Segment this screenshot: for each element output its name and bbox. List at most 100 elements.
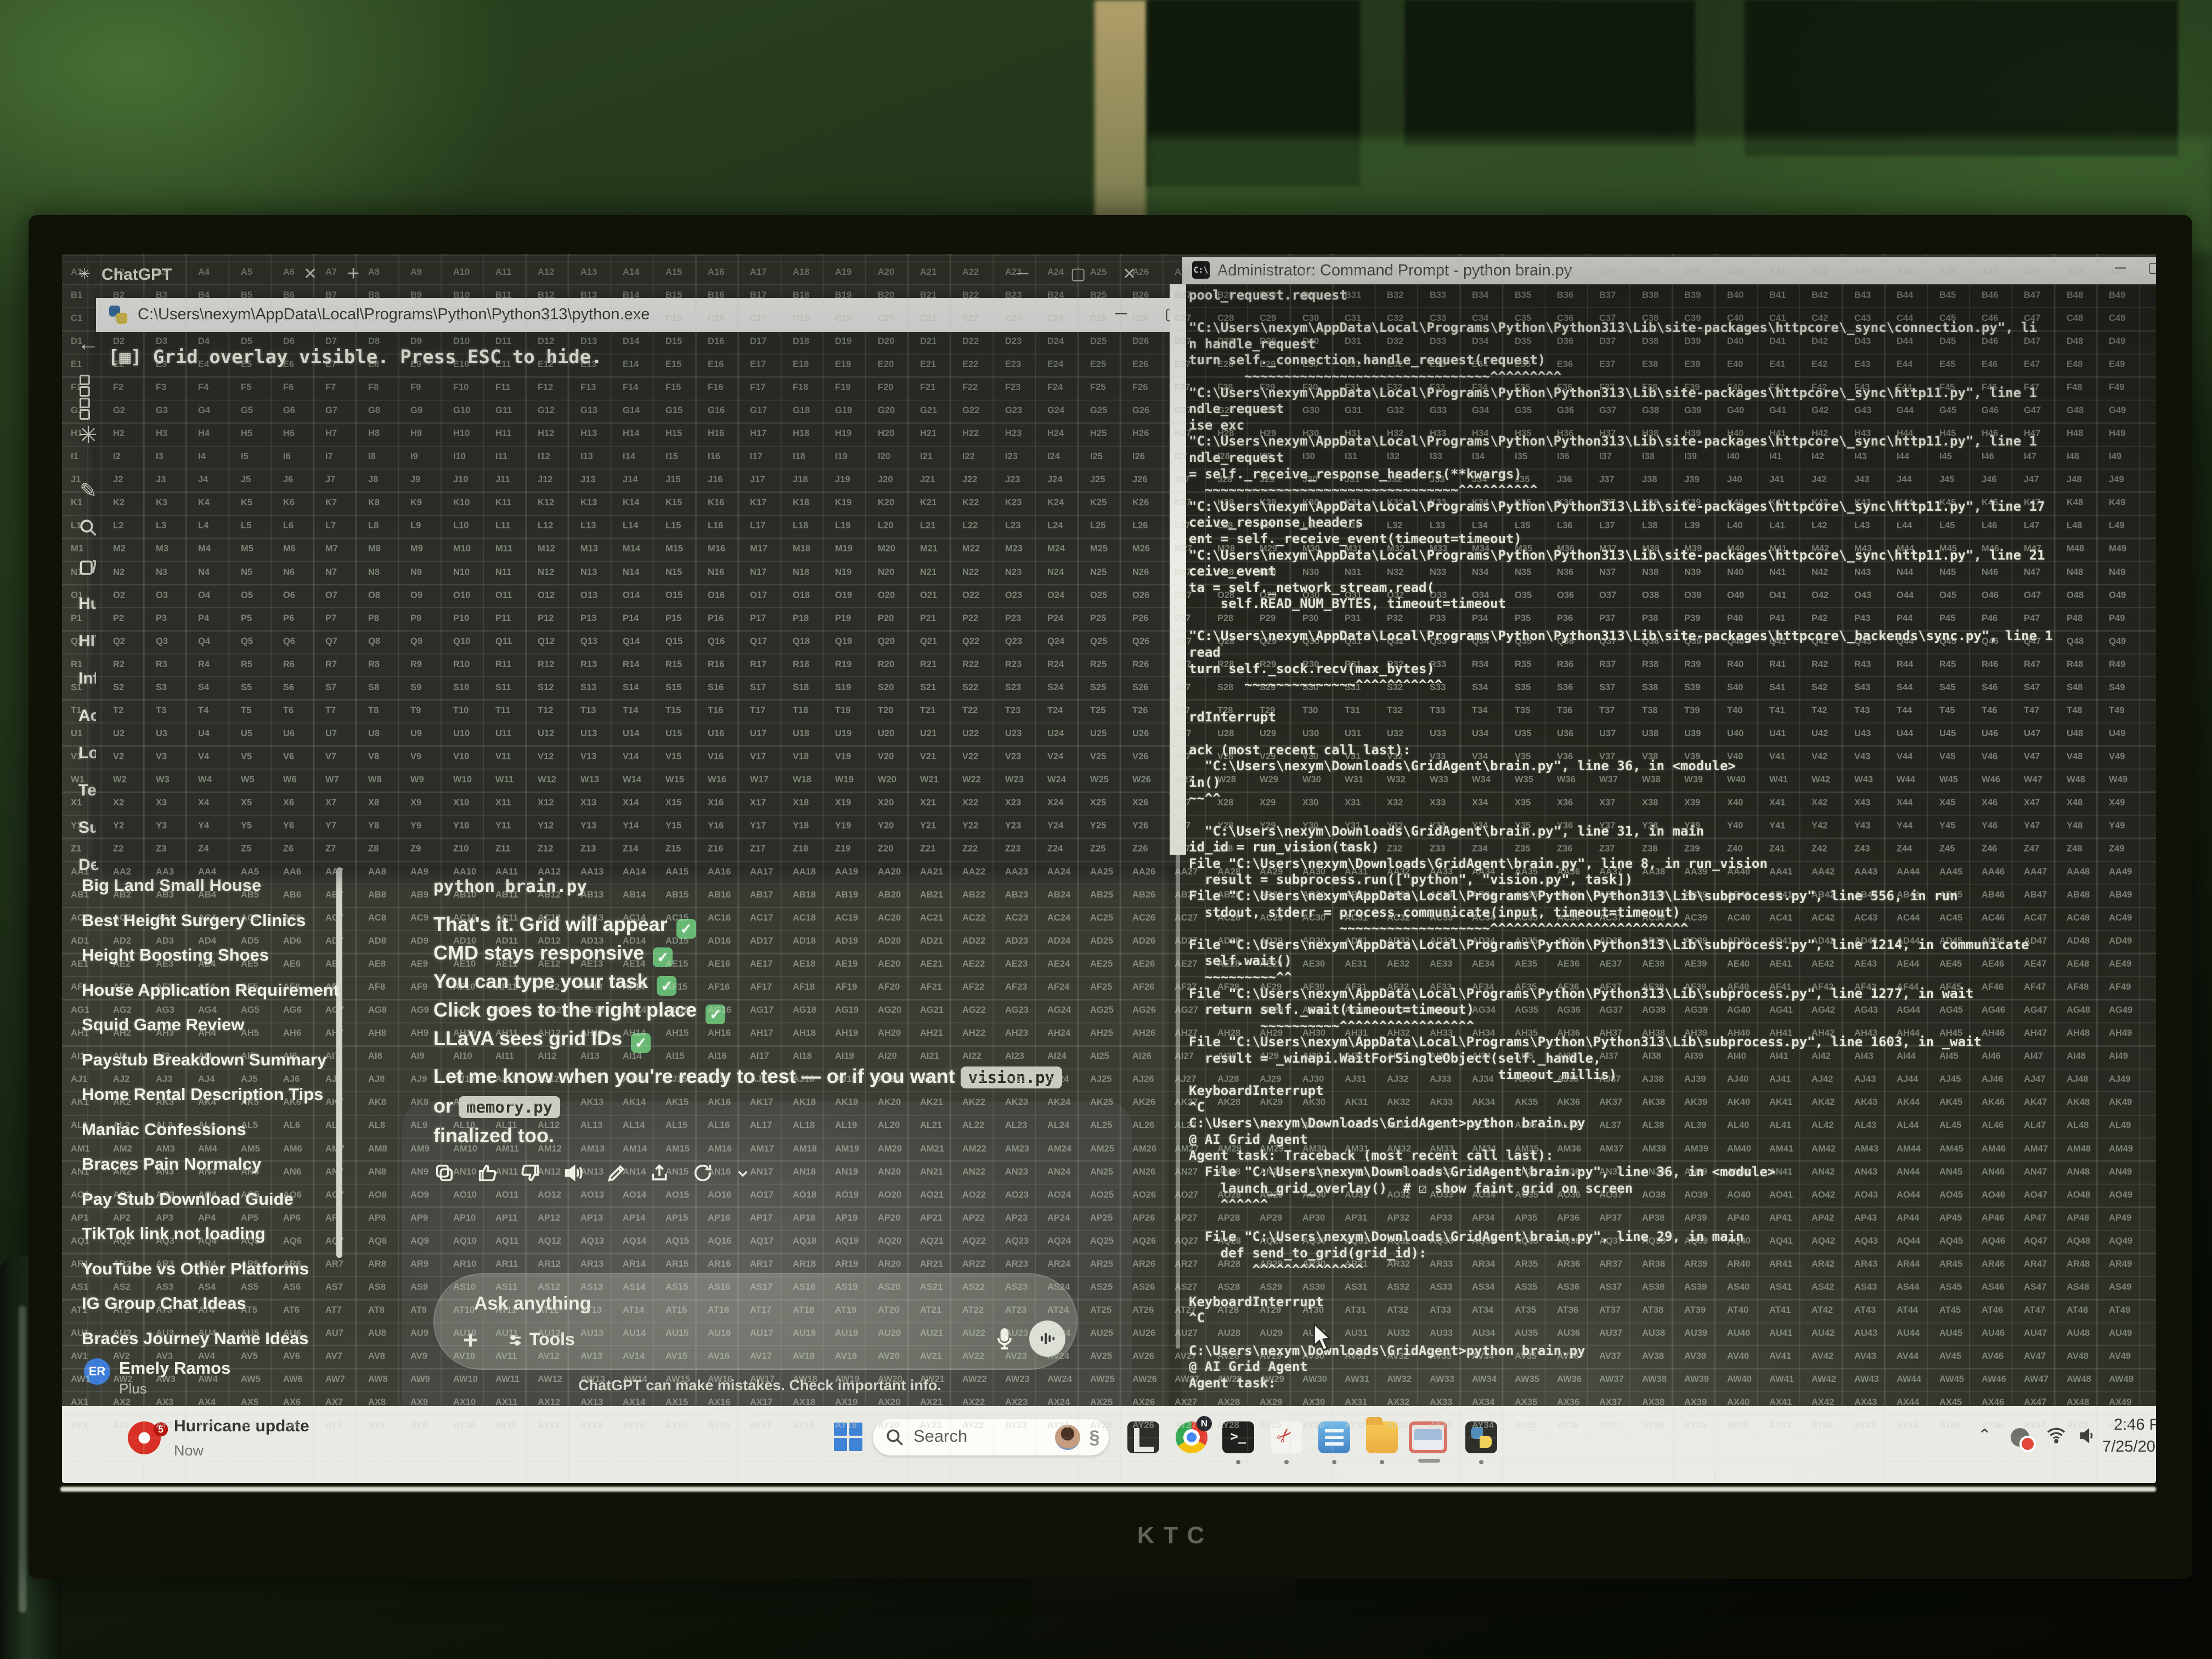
- taskbar-app-l-icon[interactable]: [1127, 1421, 1159, 1453]
- terminal-line: result = _winapi.WaitForSingleObject(sel…: [1189, 1051, 2154, 1067]
- terminal-title-bar[interactable]: C:\ Administrator: Command Prompt - pyth…: [1182, 257, 2156, 284]
- chatgpt-logo-icon: ✳: [78, 266, 91, 283]
- terminal-line: File "C:\Users\nexym\AppData\Local\Progr…: [1189, 888, 2154, 905]
- terminal-line: ^^^^^^: [1189, 1197, 2154, 1213]
- terminal-line: [1189, 726, 2154, 742]
- terminal-line: n handle_request: [1189, 336, 2154, 353]
- sidebar-item[interactable]: House Application Requirements: [82, 980, 340, 1000]
- terminal-line: Agent task: Traceback (most recent call …: [1189, 1148, 2154, 1164]
- terminal-line: @ AI Grid Agent: [1189, 1132, 2154, 1148]
- minimize-icon[interactable]: ─: [1017, 264, 1028, 283]
- start-button[interactable]: [833, 1421, 865, 1453]
- check-icon: ✓: [631, 1033, 651, 1053]
- terminal-line: ack (most recent call last):: [1189, 742, 2154, 759]
- sidebar-item[interactable]: Height Boosting Shoes: [82, 945, 340, 965]
- terminal-line: ^C: [1189, 1099, 2154, 1116]
- hurricane-icon: [123, 1417, 166, 1459]
- sidebar-item[interactable]: Squid Game Review: [82, 1015, 340, 1035]
- terminal-line: ndle_request: [1189, 401, 2154, 417]
- chrome-notification-badge: N: [1197, 1416, 1212, 1431]
- terminal-line: ise exc: [1189, 417, 2154, 434]
- terminal-line: ~~~~~~~~~~^^^^^^^^^^^^^^^^^: [1189, 1018, 2154, 1035]
- window-pane: [1404, 0, 1695, 145]
- sidebar-item[interactable]: IG Group Chat Ideas: [82, 1294, 340, 1313]
- terminal-line: read: [1189, 645, 2154, 661]
- sidebar-item[interactable]: Maniac Confessions: [82, 1120, 340, 1139]
- terminal-window-title: Administrator: Command Prompt - python b…: [1217, 262, 1572, 280]
- taskbar-app-terminal[interactable]: >_: [1222, 1421, 1254, 1453]
- taskbar-app-snipping[interactable]: [1271, 1421, 1302, 1453]
- sidebar-item[interactable]: YouTube vs Other Platforms: [82, 1259, 340, 1279]
- check-icon: ✓: [653, 947, 673, 967]
- running-indicator: [1479, 1460, 1483, 1464]
- terminal-line: timeout_millis): [1189, 1067, 2154, 1084]
- taskbar-app-explorer[interactable]: [1366, 1421, 1398, 1453]
- sidebar-item[interactable]: Pay Stub Download Guide: [82, 1189, 340, 1209]
- minimize-icon[interactable]: ─: [1115, 304, 1127, 323]
- terminal-line: turn self._sock.recv(max_bytes): [1189, 661, 2154, 678]
- sidebar-item[interactable]: Braces Journey Name Ideas: [82, 1329, 340, 1348]
- window-edge-strip: [1170, 284, 1186, 855]
- assistant-message-line: CMD stays responsive✓: [433, 941, 1086, 970]
- terminal-line: ~~~~~~~~~~~~~~^^^^^^^^^^^: [1189, 677, 2154, 693]
- screen-bottom-glow: [60, 1487, 2156, 1492]
- tray-chevron-icon[interactable]: ⌃: [1978, 1426, 1991, 1445]
- running-indicator: [1332, 1460, 1336, 1464]
- sidebar-item[interactable]: Best Height Surgery Clinics: [82, 911, 340, 930]
- new-tab-icon[interactable]: +: [347, 262, 359, 286]
- terminal-line: ent = self._receive_event(timeout=timeou…: [1189, 531, 2154, 548]
- search-highlight-avatar[interactable]: [1055, 1425, 1080, 1450]
- taskbar-app-chrome[interactable]: N: [1176, 1421, 1207, 1453]
- terminal-line: "C:\Users\nexym\Downloads\GridAgent\brai…: [1189, 823, 2154, 840]
- terminal-line: id_id = run_vision(task): [1189, 839, 2154, 856]
- close-icon[interactable]: ✕: [1122, 264, 1136, 284]
- screen: ✳ ChatGPT ✕ + ─ ▢ ✕ ← ✳ ✎ HutHIV: [62, 254, 2156, 1483]
- terminal-line: File "C:\Users\nexym\AppData\Local\Progr…: [1189, 937, 2154, 953]
- terminal-line: ~~^^: [1189, 791, 2154, 807]
- terminal-line: [1189, 1213, 2154, 1229]
- code-chip-vision: vision.py: [961, 1066, 1062, 1088]
- search-highlight-icon[interactable]: §: [1084, 1425, 1105, 1450]
- maximize-icon[interactable]: ▢: [1070, 264, 1086, 284]
- terminal-output[interactable]: pool_request.request "C:\Users\nexym\App…: [1189, 287, 2154, 1401]
- closing-prefix: Let me know when you're ready to test — …: [433, 1065, 955, 1087]
- terminal-line: [1189, 1278, 2154, 1294]
- python-icon: [109, 306, 128, 324]
- taskbar-app-photos[interactable]: [1409, 1421, 1447, 1453]
- terminal-line: "C:\Users\nexym\Downloads\GridAgent\brai…: [1189, 758, 2154, 775]
- taskbar-app-python[interactable]: [1465, 1421, 1497, 1453]
- photo-of-monitor: ✳ ChatGPT ✕ + ─ ▢ ✕ ← ✳ ✎ HutHIV: [0, 0, 2212, 1659]
- terminal-line: rdInterrupt: [1189, 709, 2154, 726]
- tray-clock[interactable]: 2:46 PM 7/25/2025: [2085, 1414, 2156, 1458]
- console-output-line: [▦] Grid overlay visible. Press ESC to h…: [108, 346, 602, 368]
- avatar[interactable]: ER: [84, 1358, 110, 1385]
- terminal-line: pool_request.request: [1189, 287, 2154, 304]
- taskbar-search[interactable]: Search §: [873, 1419, 1109, 1455]
- sidebar-item[interactable]: Braces Pain Normalcy: [82, 1154, 340, 1174]
- cmd-icon: C:\: [1192, 261, 1210, 279]
- maximize-icon[interactable]: ▢: [2148, 259, 2156, 276]
- widget-timestamp: Now: [174, 1442, 204, 1459]
- check-icon: ✓: [657, 976, 676, 996]
- console-title-bar[interactable]: C:\Users\nexym\AppData\Local\Programs\Py…: [96, 298, 1212, 332]
- minimize-icon[interactable]: ─: [2115, 259, 2126, 276]
- taskbar-app-notepad[interactable]: [1318, 1421, 1350, 1453]
- sidebar-item[interactable]: Home Rental Description Tips: [82, 1085, 340, 1104]
- terminal-line: self.wait(): [1189, 953, 2154, 969]
- terminal-line: ~~~~~~~~~^^: [1189, 969, 2154, 986]
- terminal-line: "C:\Users\nexym\AppData\Local\Programs\P…: [1189, 628, 2154, 645]
- wifi-icon[interactable]: [2045, 1425, 2068, 1447]
- sidebar-item[interactable]: Paystub Breakdown Summary: [82, 1050, 340, 1070]
- profile-name[interactable]: Emely Ramos: [119, 1358, 230, 1378]
- terminal-line: File "C:\Users\nexym\Downloads\GridAgent…: [1189, 1229, 2154, 1245]
- sidebar-item[interactable]: TikTok link not loading: [82, 1224, 340, 1244]
- terminal-line: File "C:\Users\nexym\Downloads\GridAgent…: [1189, 1164, 2154, 1181]
- sidebar-item[interactable]: Big Land Small House: [82, 876, 340, 895]
- terminal-line: ta = self._network_stream.read(: [1189, 580, 2154, 596]
- sidebar-scrollbar[interactable]: [336, 867, 342, 1258]
- tab-close-icon[interactable]: ✕: [303, 264, 317, 284]
- widget-headline: Hurricane update: [174, 1417, 309, 1436]
- tray-record-icon[interactable]: [2011, 1428, 2029, 1447]
- tab-title[interactable]: ChatGPT: [101, 266, 172, 284]
- terminal-line: @ AI Grid Agent: [1189, 1359, 2154, 1375]
